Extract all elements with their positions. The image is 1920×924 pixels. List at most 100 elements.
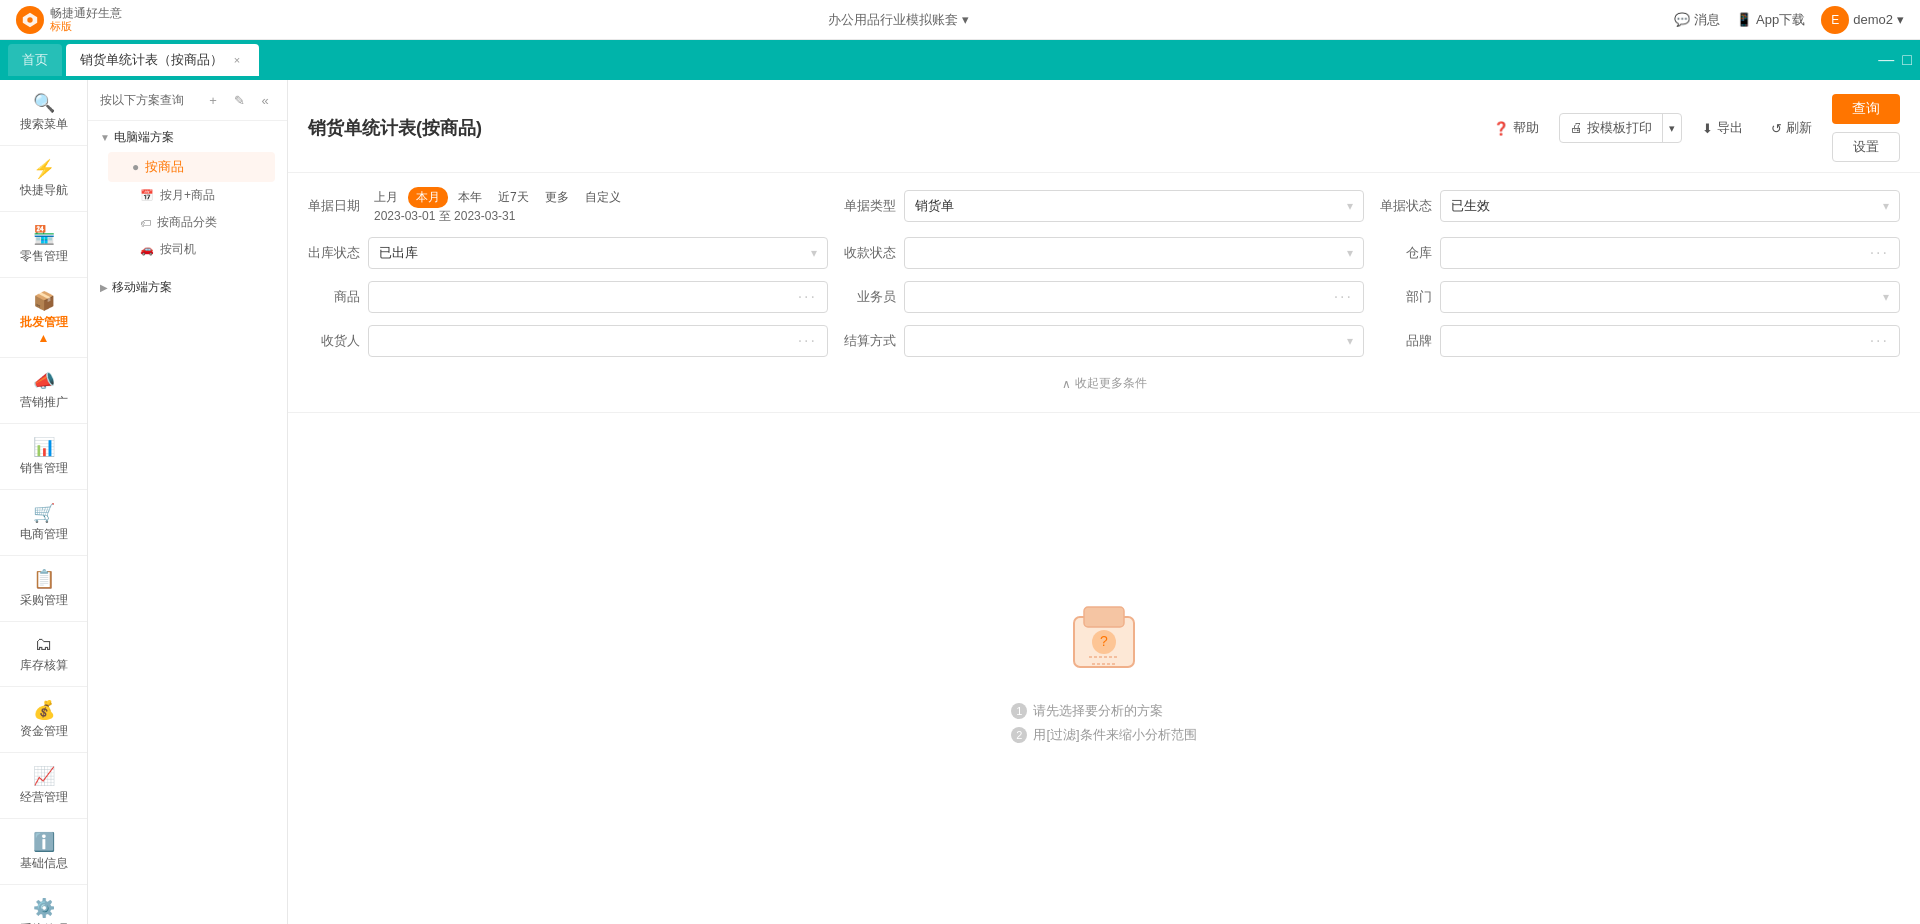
sidebar-item-wholesale[interactable]: 📦 批发管理 ▲	[0, 278, 87, 358]
basicinfo-icon: ℹ️	[0, 831, 87, 853]
filter-area: 单据日期 上月 本月 本年 近7天 更多 自定义	[288, 173, 1920, 413]
doc-status-chevron: ▾	[1883, 199, 1889, 213]
search-icon: 🔍	[0, 92, 87, 114]
warehouse-select[interactable]: ···	[1440, 237, 1900, 269]
date-tab-last7[interactable]: 近7天	[492, 187, 535, 208]
scheme-subitem-cashier[interactable]: 🚗 按司机	[108, 236, 275, 263]
user-menu[interactable]: E demo2 ▾	[1821, 6, 1904, 34]
brand-select[interactable]: ···	[1440, 325, 1900, 357]
payment-status-select[interactable]: ▾	[904, 237, 1364, 269]
help-btn[interactable]: ❓ 帮助	[1485, 115, 1547, 141]
scheme-subitem-product-category[interactable]: 🏷 按商品分类	[108, 209, 275, 236]
svg-point-0	[27, 17, 32, 22]
sidebar-item-quicknav[interactable]: ⚡ 快捷导航	[0, 146, 87, 212]
print-btn[interactable]: 🖨 按模板打印	[1560, 114, 1663, 142]
topbar-right: 💬 消息 📱 App下载 E demo2 ▾	[1674, 6, 1904, 34]
refresh-btn[interactable]: ↺ 刷新	[1763, 115, 1820, 141]
date-label: 单据日期	[308, 197, 360, 215]
salesperson-dots: ···	[1334, 288, 1353, 306]
query-actions: 查询 设置	[1832, 94, 1900, 162]
settlement-label: 结算方式	[844, 332, 896, 350]
filter-receiver: 收货人 ···	[308, 325, 828, 357]
sidebar-item-finance[interactable]: 💰 资金管理	[0, 687, 87, 753]
doc-status-select[interactable]: 已生效 ▾	[1440, 190, 1900, 222]
sidebar-item-ecommerce[interactable]: 🛒 电商管理	[0, 490, 87, 556]
sidebar-item-procurement[interactable]: 📋 采购管理	[0, 556, 87, 622]
salesperson-label: 业务员	[844, 288, 896, 306]
goods-select[interactable]: ···	[368, 281, 828, 313]
date-tab-more[interactable]: 更多	[539, 187, 575, 208]
operations-icon: 📈	[0, 765, 87, 787]
scheme-panel-header: 按以下方案查询 + ✎ «	[88, 80, 287, 121]
filter-goods: 商品 ···	[308, 281, 828, 313]
industry-selector[interactable]: 办公用品行业模拟账套 ▾	[828, 11, 969, 29]
warehouse-label: 仓库	[1380, 244, 1432, 262]
date-tab-custom[interactable]: 自定义	[579, 187, 627, 208]
message-btn[interactable]: 💬 消息	[1674, 11, 1720, 29]
sidebar-item-inventory[interactable]: 🗂 库存核算	[0, 622, 87, 687]
tab-sales-stats[interactable]: 销货单统计表（按商品） ×	[66, 44, 259, 76]
inventory-icon: 🗂	[0, 634, 87, 655]
goods-label: 商品	[308, 288, 360, 306]
tab-home[interactable]: 首页	[8, 44, 62, 76]
scheme-desktop-group: ▼ 电脑端方案 ● 按商品 📅 按月+商品 🏷 按商品分类	[88, 121, 287, 271]
sidebar-item-basicinfo[interactable]: ℹ️ 基础信息	[0, 819, 87, 885]
receiver-select[interactable]: ···	[368, 325, 828, 357]
empty-tips: 1 请先选择要分析的方案 2 用[过滤]条件来缩小分析范围	[1011, 702, 1196, 750]
scheme-item-by-product[interactable]: ● 按商品	[108, 152, 275, 182]
sidebar-item-system[interactable]: ⚙️ 系统管理	[0, 885, 87, 924]
filter-salesperson: 业务员 ···	[844, 281, 1364, 313]
desktop-group-arrow: ▼	[100, 132, 110, 143]
sidebar-item-marketing[interactable]: 📣 营销推广	[0, 358, 87, 424]
page-title: 销货单统计表(按商品)	[308, 116, 482, 140]
filter-date: 单据日期 上月 本月 本年 近7天 更多 自定义	[308, 187, 828, 225]
department-select[interactable]: ▾	[1440, 281, 1900, 313]
home-tab-label: 首页	[22, 51, 48, 69]
quicknav-icon: ⚡	[0, 158, 87, 180]
brand-label: 品牌	[1380, 332, 1432, 350]
scheme-collapse-btn[interactable]: «	[255, 90, 275, 110]
date-tab-this-month[interactable]: 本月	[408, 187, 448, 208]
settlement-select[interactable]: ▾	[904, 325, 1364, 357]
sidebar-item-sales[interactable]: 📊 销售管理	[0, 424, 87, 490]
sidebar-item-search[interactable]: 🔍 搜索菜单	[0, 80, 87, 146]
tab-maximize-btn[interactable]: □	[1902, 51, 1912, 69]
logo-area: 畅捷通好生意 标版	[16, 6, 122, 34]
date-range: 2023-03-01 至 2023-03-31	[374, 208, 828, 225]
system-icon: ⚙️	[0, 897, 87, 919]
scheme-edit-btn[interactable]: ✎	[229, 90, 249, 110]
query-button[interactable]: 查询	[1832, 94, 1900, 124]
scheme-panel: 按以下方案查询 + ✎ « ▼ 电脑端方案 ● 按商品	[88, 80, 288, 924]
scheme-mobile-group: ▶ 移动端方案	[88, 271, 287, 310]
filter-payment-status: 收款状态 ▾	[844, 237, 1364, 269]
procurement-icon: 📋	[0, 568, 87, 590]
app-download-btn[interactable]: 📱 App下载	[1736, 11, 1805, 29]
collapse-icon: ∧	[1062, 377, 1071, 391]
scheme-desktop-group-title[interactable]: ▼ 电脑端方案	[100, 129, 275, 146]
tab-minimize-btn[interactable]: —	[1878, 51, 1894, 69]
export-btn[interactable]: ⬇ 导出	[1694, 115, 1751, 141]
tabbar: 首页 销货单统计表（按商品） × — □	[0, 40, 1920, 80]
scheme-add-btn[interactable]: +	[203, 90, 223, 110]
warehouse-status-label: 出库状态	[308, 244, 360, 262]
topbar: 畅捷通好生意 标版 办公用品行业模拟账套 ▾ 💬 消息 📱 App下载 E de…	[0, 0, 1920, 40]
settings-button[interactable]: 设置	[1832, 132, 1900, 162]
department-label: 部门	[1380, 288, 1432, 306]
filter-doc-status: 单据状态 已生效 ▾	[1380, 190, 1900, 222]
filter-warehouse-status: 出库状态 已出库 ▾	[308, 237, 828, 269]
warehouse-status-select[interactable]: 已出库 ▾	[368, 237, 828, 269]
sidebar-item-operations[interactable]: 📈 经营管理	[0, 753, 87, 819]
date-tab-this-year[interactable]: 本年	[452, 187, 488, 208]
doc-type-select[interactable]: 销货单 ▾	[904, 190, 1364, 222]
print-dropdown-btn[interactable]: ▾	[1663, 117, 1681, 140]
tab-close-btn[interactable]: ×	[229, 52, 245, 68]
salesperson-select[interactable]: ···	[904, 281, 1364, 313]
scheme-subitem-month-product[interactable]: 📅 按月+商品	[108, 182, 275, 209]
empty-tip-1: 1 请先选择要分析的方案	[1011, 702, 1196, 720]
scheme-mobile-group-title[interactable]: ▶ 移动端方案	[100, 279, 275, 296]
logo-text: 畅捷通好生意 标版	[50, 6, 122, 34]
sidebar-item-retail[interactable]: 🏪 零售管理	[0, 212, 87, 278]
collapse-more-btn[interactable]: ∧ 收起更多条件	[308, 369, 1900, 398]
date-tab-last-month[interactable]: 上月	[368, 187, 404, 208]
page-body: 按以下方案查询 + ✎ « ▼ 电脑端方案 ● 按商品	[88, 80, 1920, 924]
